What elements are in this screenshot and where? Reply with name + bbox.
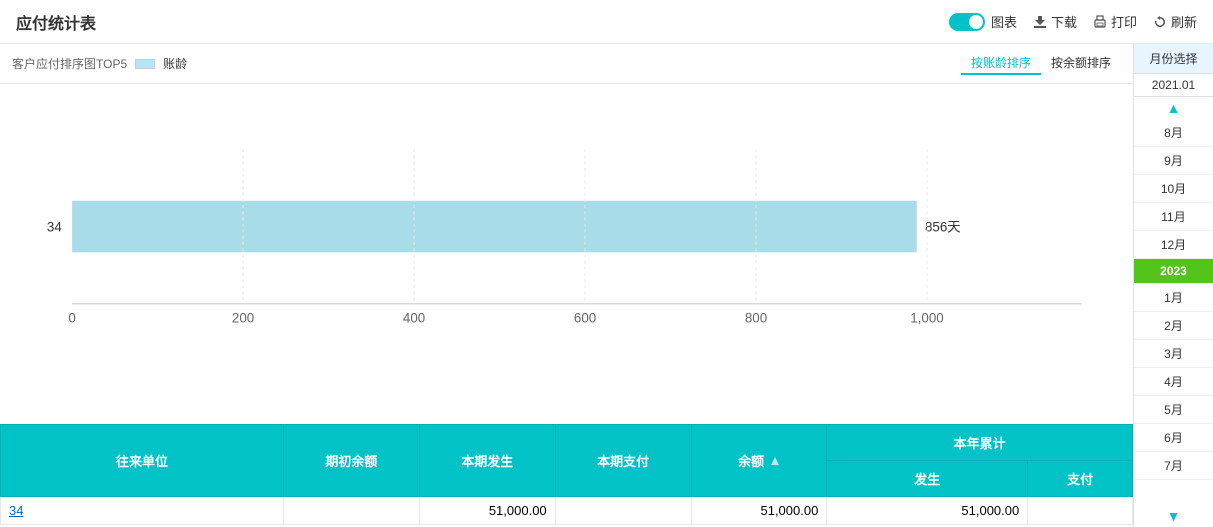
col-opening-header: 期初余额 [284,425,420,497]
chart-legend: 客户应付排序图TOP5 账龄 [12,55,187,72]
col-occurrence-header: 本期发生 [419,425,555,497]
print-icon [1093,15,1107,29]
chart-toggle-wrapper: 图表 [949,12,1017,31]
svg-text:856天: 856天 [925,220,961,235]
month-item-11[interactable]: 11月 [1134,203,1213,231]
month-item-8[interactable]: 8月 [1134,119,1213,147]
month-item-12[interactable]: 12月 [1134,231,1213,259]
chart-toolbar: 客户应付排序图TOP5 账龄 按账龄排序 按余额排序 [0,44,1133,84]
cell-ytd-occ: 51,000.00 [827,497,1028,525]
table-header-row: 往来单位 期初余额 本期发生 本期支付 余额 本年累计 [1,425,1133,461]
month-item-6[interactable]: 6月 [1134,424,1213,452]
data-table: 往来单位 期初余额 本期发生 本期支付 余额 本年累计 发生 [0,424,1133,525]
svg-text:0: 0 [68,310,75,325]
chart-container: 34 856天 0 200 400 600 800 1,000 [0,84,1133,424]
sort-icon [770,456,780,466]
svg-text:800: 800 [745,310,767,325]
table-body: 34 51,000.00 51,000.00 51,000.00 [1,497,1133,525]
chart-toggle-label: 图表 [991,12,1017,31]
table-row: 34 51,000.00 51,000.00 51,000.00 [1,497,1133,525]
page-header: 应付统计表 图表 下载 打印 刷新 [0,0,1213,44]
month-list: 8月 9月 10月 11月 12月 2023 1月 2月 3月 4月 5月 6月… [1134,119,1213,505]
month-item-1[interactable]: 1月 [1134,284,1213,312]
sort-by-age-button[interactable]: 按账龄排序 [961,52,1041,75]
svg-text:34: 34 [47,220,62,235]
svg-text:400: 400 [403,310,425,325]
sort-buttons: 按账龄排序 按余额排序 [961,52,1121,75]
table-wrapper: 往来单位 期初余额 本期发生 本期支付 余额 本年累计 发生 [0,424,1133,527]
month-item-4[interactable]: 4月 [1134,368,1213,396]
month-item-10[interactable]: 10月 [1134,175,1213,203]
month-item-9[interactable]: 9月 [1134,147,1213,175]
download-icon [1033,15,1047,29]
chart-bar [72,201,917,253]
col-ytd-occ-header: 发生 [827,461,1028,497]
sidebar-up-arrow[interactable]: ▲ [1134,97,1213,119]
sort-by-balance-button[interactable]: 按余额排序 [1041,52,1121,75]
refresh-button[interactable]: 刷新 [1153,12,1197,31]
month-item-3[interactable]: 3月 [1134,340,1213,368]
bar-chart: 34 856天 0 200 400 600 800 1,000 [0,92,1133,392]
chart-area: 客户应付排序图TOP5 账龄 按账龄排序 按余额排序 34 856天 [0,44,1133,527]
month-item-7[interactable]: 7月 [1134,452,1213,480]
col-ytd-header: 本年累计 [827,425,1133,461]
month-item-2[interactable]: 2月 [1134,312,1213,340]
legend-box [135,59,155,69]
refresh-icon [1153,15,1167,29]
print-button[interactable]: 打印 [1093,12,1137,31]
month-sidebar: 月份选择 2021.01 ▲ 8月 9月 10月 11月 12月 2023 1月… [1133,44,1213,527]
col-balance-header: 余额 [691,425,827,497]
cell-balance: 51,000.00 [691,497,827,525]
month-item-5[interactable]: 5月 [1134,396,1213,424]
col-ytd-pay-header: 支付 [1028,461,1133,497]
cell-unit[interactable]: 34 [1,497,284,525]
cell-occurrence: 51,000.00 [419,497,555,525]
col-payment-header: 本期支付 [555,425,691,497]
header-actions: 图表 下载 打印 刷新 [949,12,1197,31]
cell-ytd-pay [1028,497,1133,525]
sidebar-year-input[interactable]: 2021.01 [1134,74,1213,97]
page-title: 应付统计表 [16,10,96,34]
download-button[interactable]: 下载 [1033,12,1077,31]
sidebar-down-arrow[interactable]: ▼ [1134,505,1213,527]
svg-text:600: 600 [574,310,596,325]
main-content: 客户应付排序图TOP5 账龄 按账龄排序 按余额排序 34 856天 [0,44,1213,527]
cell-payment [555,497,691,525]
year-marker[interactable]: 2023 [1134,259,1213,284]
svg-text:1,000: 1,000 [910,310,943,325]
col-unit-header: 往来单位 [1,425,284,497]
legend-title: 客户应付排序图TOP5 [12,55,127,72]
svg-text:200: 200 [232,310,254,325]
sidebar-header: 月份选择 [1134,44,1213,74]
chart-toggle[interactable] [949,13,985,31]
cell-opening [284,497,420,525]
legend-text: 账龄 [163,55,187,72]
